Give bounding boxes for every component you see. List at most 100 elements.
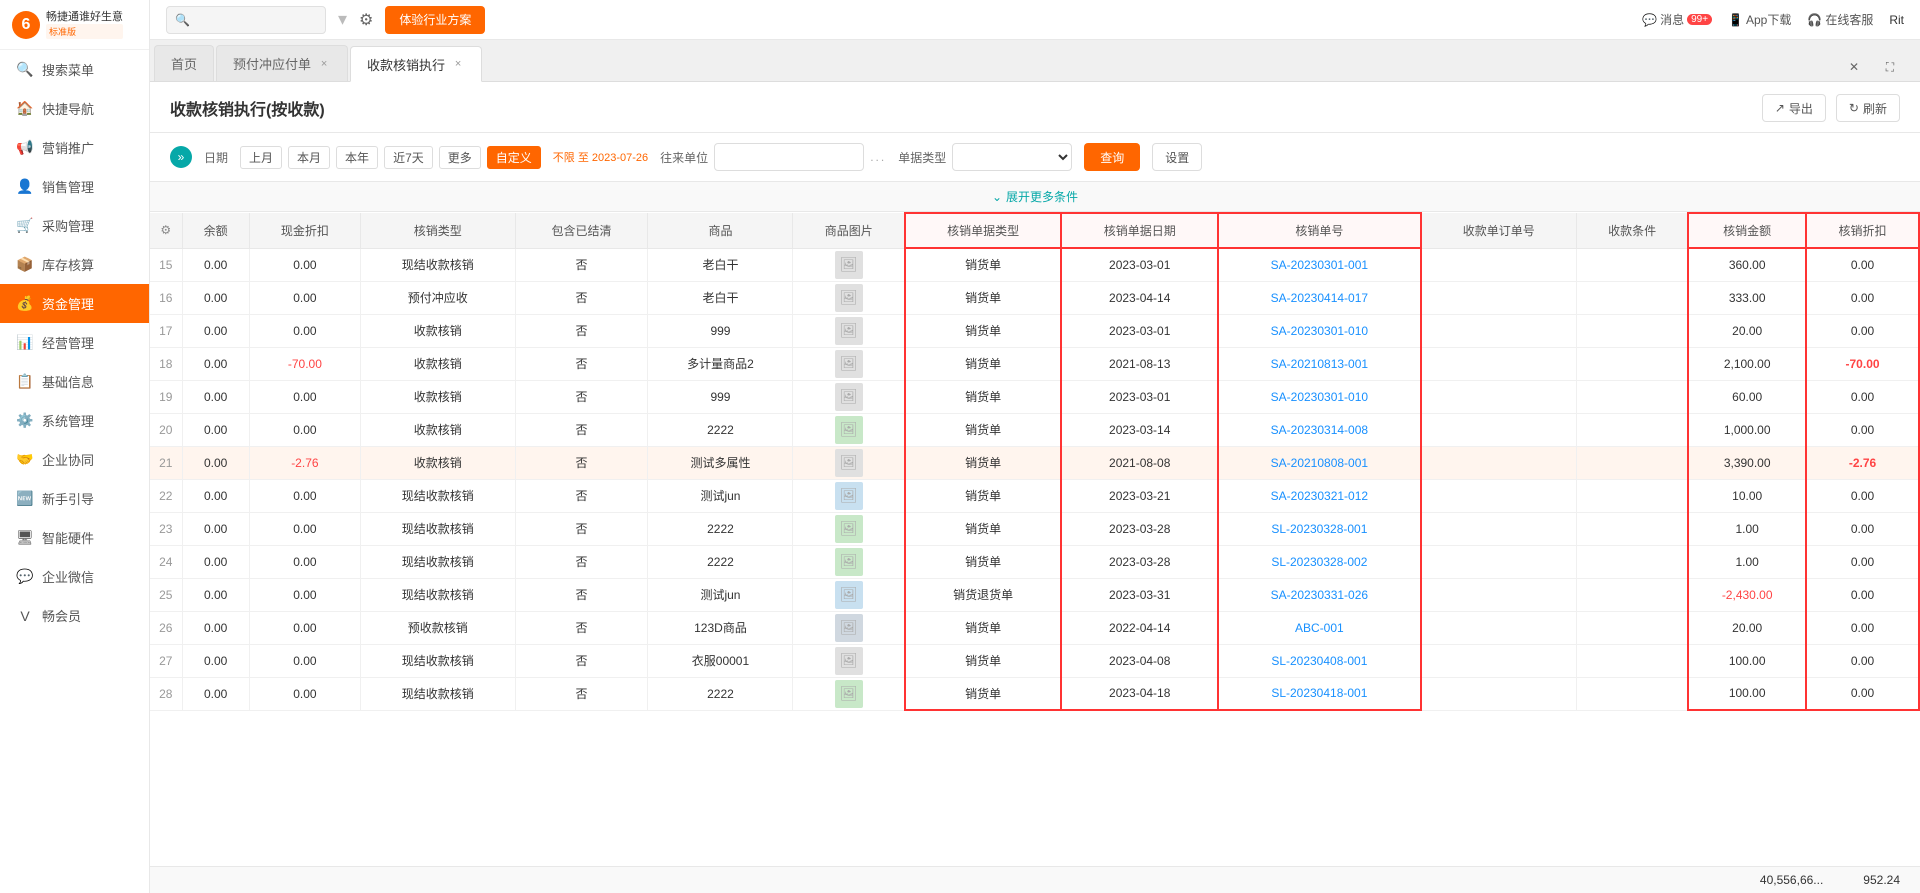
row-num: 19 <box>150 380 182 413</box>
sidebar-item-finance[interactable]: 💰资金管理 <box>0 284 149 323</box>
expand-conditions-btn[interactable]: ⌄ 展开更多条件 <box>992 188 1078 205</box>
cell-verify-type: 收款核销 <box>360 380 515 413</box>
cell-receipt-condition <box>1576 413 1688 446</box>
tab-prepay[interactable]: 预付冲应付单× <box>216 45 348 81</box>
top-bar: 🔍 ▾ ⚙ 体验行业方案 💬 消息 99+ 📱 App下载 🎧 在线客服 <box>150 0 1920 40</box>
date-this-year[interactable]: 本年 <box>336 146 378 169</box>
cell-verify-bill-no[interactable]: SL-20230328-001 <box>1218 512 1421 545</box>
cell-verify-bill-no[interactable]: SA-20230301-001 <box>1218 248 1421 281</box>
table-row: 21 0.00 -2.76 收款核销 否 测试多属性 🖼 销货单 2021-08… <box>150 446 1919 479</box>
cell-verify-bill-no[interactable]: SA-20230414-017 <box>1218 281 1421 314</box>
sidebar-item-enterprise[interactable]: 🤝企业协同 <box>0 440 149 479</box>
cell-receipt-condition <box>1576 248 1688 281</box>
sidebar-item-vip[interactable]: V畅会员 <box>0 596 149 635</box>
cell-verify-bill-no[interactable]: SA-20210808-001 <box>1218 446 1421 479</box>
cell-verify-bill-no[interactable]: SA-20230314-008 <box>1218 413 1421 446</box>
tab-collection[interactable]: 收款核销执行× <box>350 46 482 82</box>
cell-product-img: 🖼 <box>793 347 905 380</box>
cell-verify-bill-no[interactable]: SA-20210813-001 <box>1218 347 1421 380</box>
search-btn[interactable]: 查询 <box>1084 143 1140 171</box>
cell-verify-bill-no[interactable]: SA-20230301-010 <box>1218 380 1421 413</box>
cell-verify-amount: 1.00 <box>1688 545 1806 578</box>
expand-icon[interactable]: ⛶ <box>1876 53 1904 81</box>
sidebar-item-sales[interactable]: 👤销售管理 <box>0 167 149 206</box>
cell-verify-discount: 0.00 <box>1806 479 1919 512</box>
sidebar-icon-sales: 👤 <box>16 178 34 196</box>
sidebar-label-base: 基础信息 <box>42 372 94 391</box>
sidebar-item-base[interactable]: 📋基础信息 <box>0 362 149 401</box>
sidebar-item-hardware[interactable]: 🖥智能硬件 <box>0 518 149 557</box>
content-area: 收款核销执行(按收款) ↗ 导出 ↻ 刷新 » 日期 上月 <box>150 82 1920 893</box>
sidebar-item-search[interactable]: 🔍搜索菜单 <box>0 50 149 89</box>
sidebar-nav: 🔍搜索菜单🏠快捷导航📢营销推广👤销售管理🛒采购管理📦库存核算💰资金管理📊经营管理… <box>0 50 149 635</box>
cell-verify-bill-no[interactable]: SA-20230331-026 <box>1218 578 1421 611</box>
footer-verify-amount: 40,556,66... <box>1760 873 1823 887</box>
cell-receipt-order-no <box>1421 413 1577 446</box>
sidebar-icon-marketing: 📢 <box>16 139 34 157</box>
table-row: 25 0.00 0.00 现结收款核销 否 测试jun 🖼 销货退货单 2023… <box>150 578 1919 611</box>
cell-verify-bill-no[interactable]: ABC-001 <box>1218 611 1421 644</box>
sidebar-item-marketing[interactable]: 📢营销推广 <box>0 128 149 167</box>
sidebar-item-guide[interactable]: 🆕新手引导 <box>0 479 149 518</box>
th-settings[interactable]: ⚙ <box>150 213 182 248</box>
table-footer: 40,556,66... 952.24 <box>150 866 1920 893</box>
row-num: 16 <box>150 281 182 314</box>
cell-product-img: 🖼 <box>793 512 905 545</box>
app-download[interactable]: 📱 App下载 <box>1728 11 1791 28</box>
export-btn[interactable]: ↗ 导出 <box>1762 94 1826 122</box>
industry-btn[interactable]: 体验行业方案 <box>385 6 485 34</box>
user-name[interactable]: Rit <box>1889 13 1904 27</box>
refresh-icon: ↻ <box>1849 101 1859 115</box>
cell-product-img: 🖼 <box>793 479 905 512</box>
filter-toggle-btn[interactable]: » <box>170 146 192 168</box>
cell-verify-type: 现结收款核销 <box>360 248 515 281</box>
cell-balance: 0.00 <box>182 578 249 611</box>
cell-receipt-condition <box>1576 545 1688 578</box>
cell-verify-type: 收款核销 <box>360 347 515 380</box>
cell-product-img: 🖼 <box>793 611 905 644</box>
table-header-row: ⚙ 余额 现金折扣 核销类型 包含已结清 商品 商品图片 核销单据类型 核销单据… <box>150 213 1919 248</box>
sidebar-item-wechat[interactable]: 💬企业微信 <box>0 557 149 596</box>
cell-cash-discount: 0.00 <box>249 545 360 578</box>
close-tab-icon[interactable]: ✕ <box>1840 53 1868 81</box>
date-more[interactable]: 更多 <box>439 146 481 169</box>
date-range-text: 不限 至 2023-07-26 <box>553 149 648 165</box>
cell-verify-bill-no[interactable]: SA-20230301-010 <box>1218 314 1421 347</box>
row-num: 22 <box>150 479 182 512</box>
sidebar-icon-wechat: 💬 <box>16 568 34 586</box>
table-body: 15 0.00 0.00 现结收款核销 否 老白干 🖼 销货单 2023-03-… <box>150 248 1919 710</box>
table-row: 24 0.00 0.00 现结收款核销 否 2222 🖼 销货单 2023-03… <box>150 545 1919 578</box>
refresh-btn[interactable]: ↻ 刷新 <box>1836 94 1900 122</box>
settings-icon[interactable]: ⚙ <box>359 10 373 30</box>
sidebar-item-operations[interactable]: 📊经营管理 <box>0 323 149 362</box>
date-custom[interactable]: 自定义 <box>487 146 541 169</box>
th-receipt-condition: 收款条件 <box>1576 213 1688 248</box>
sidebar-icon-inventory: 📦 <box>16 256 34 274</box>
cell-verify-bill-date: 2023-03-28 <box>1061 512 1218 545</box>
tab-home[interactable]: 首页 <box>154 45 214 81</box>
cell-verify-bill-no[interactable]: SL-20230408-001 <box>1218 644 1421 677</box>
row-num: 27 <box>150 644 182 677</box>
cell-verify-bill-no[interactable]: SL-20230418-001 <box>1218 677 1421 710</box>
filter-settings-btn[interactable]: 设置 <box>1152 143 1202 171</box>
partner-input[interactable] <box>714 143 864 171</box>
cell-verify-bill-no[interactable]: SA-20230321-012 <box>1218 479 1421 512</box>
cell-verify-bill-type: 销货单 <box>905 248 1062 281</box>
sidebar-item-shortcut[interactable]: 🏠快捷导航 <box>0 89 149 128</box>
sidebar-item-system[interactable]: ⚙️系统管理 <box>0 401 149 440</box>
tab-close-collection[interactable]: × <box>451 57 465 71</box>
service-label: 在线客服 <box>1825 11 1873 28</box>
date-this-month[interactable]: 本月 <box>288 146 330 169</box>
receipt-type-select[interactable] <box>952 143 1072 171</box>
tab-close-prepay[interactable]: × <box>317 57 331 71</box>
online-service[interactable]: 🎧 在线客服 <box>1807 11 1873 28</box>
cell-cash-discount: 0.00 <box>249 314 360 347</box>
cell-product-img: 🖼 <box>793 578 905 611</box>
sidebar-item-purchase[interactable]: 🛒采购管理 <box>0 206 149 245</box>
date-last-month[interactable]: 上月 <box>240 146 282 169</box>
date-7days[interactable]: 近7天 <box>384 146 433 169</box>
cell-verify-bill-no[interactable]: SL-20230328-002 <box>1218 545 1421 578</box>
message-area[interactable]: 💬 消息 99+ <box>1642 11 1712 28</box>
top-search[interactable]: 🔍 <box>166 6 326 34</box>
sidebar-item-inventory[interactable]: 📦库存核算 <box>0 245 149 284</box>
